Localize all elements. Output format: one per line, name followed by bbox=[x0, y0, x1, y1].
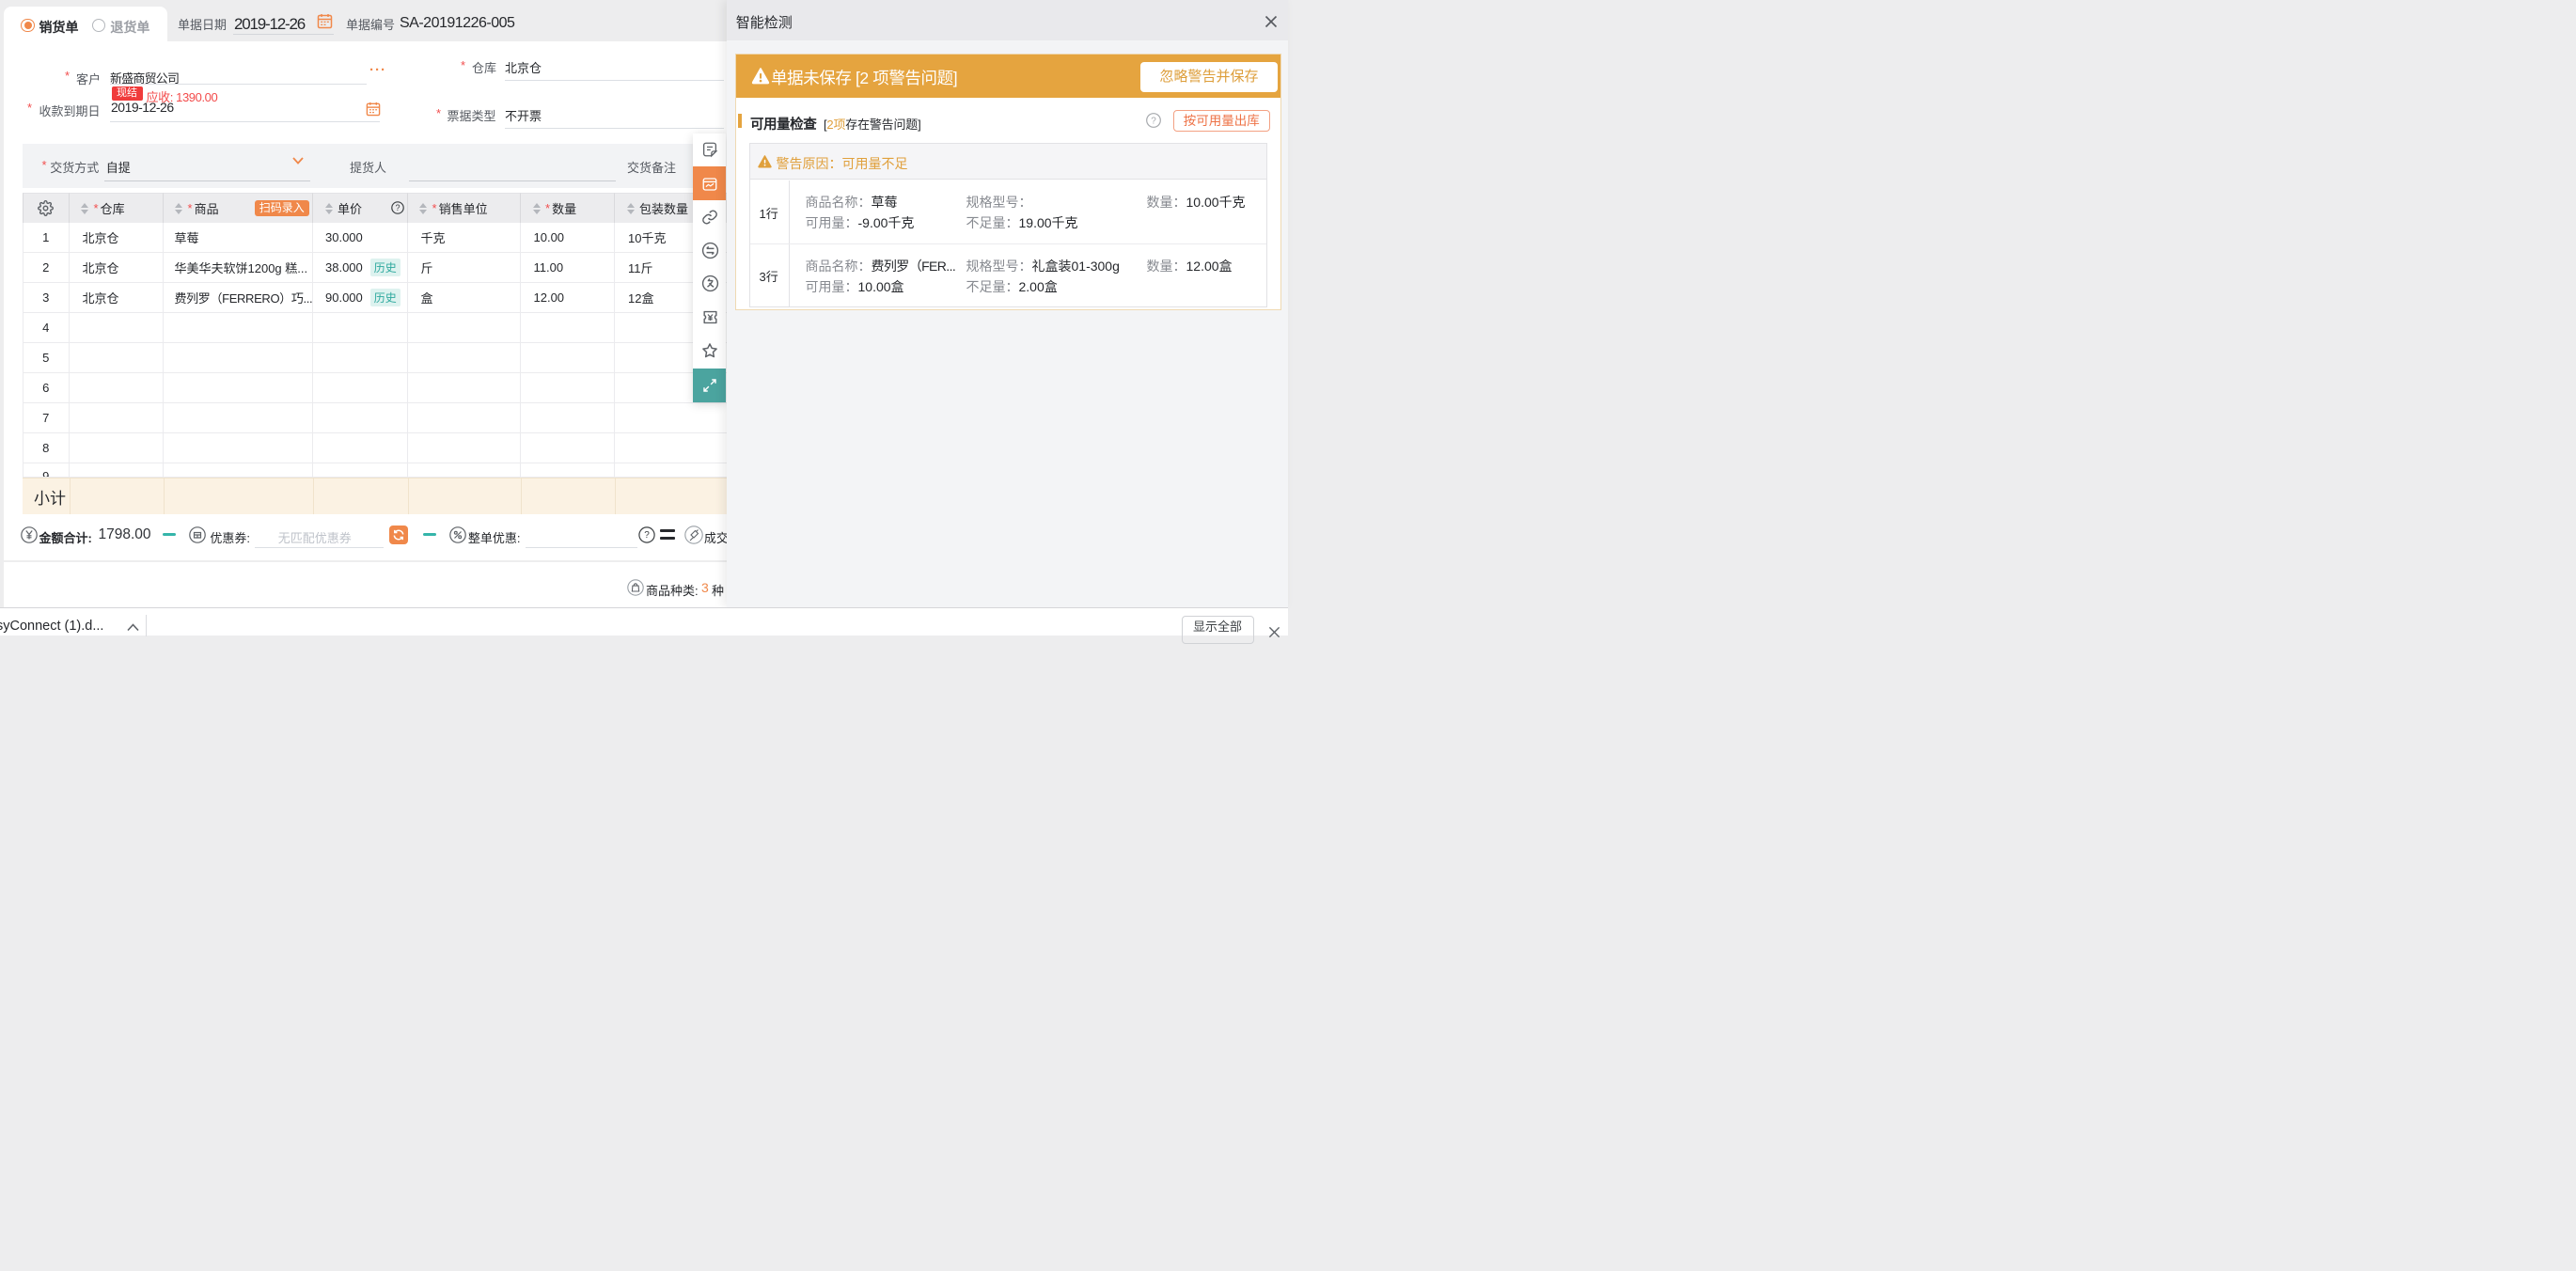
svg-text:?: ? bbox=[395, 203, 400, 212]
svg-text:?: ? bbox=[1151, 116, 1156, 126]
svg-text:?: ? bbox=[644, 530, 650, 541]
